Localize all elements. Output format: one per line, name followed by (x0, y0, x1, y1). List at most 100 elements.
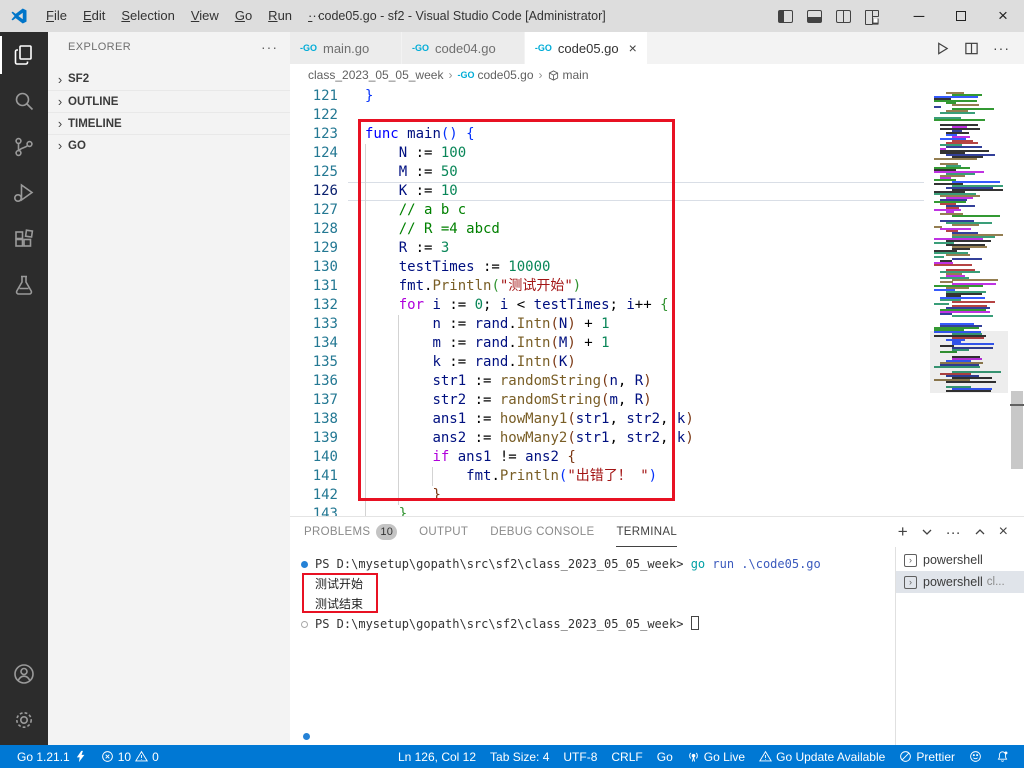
status-go-update[interactable]: Go Update Available (752, 745, 892, 768)
menu-edit[interactable]: Edit (75, 0, 113, 32)
terminal-list-item[interactable]: › powershell (896, 549, 1024, 571)
menu-selection[interactable]: Selection (113, 0, 182, 32)
status-indentation[interactable]: Tab Size: 4 (483, 745, 556, 768)
panel-more-actions-icon[interactable]: ··· (946, 524, 961, 541)
status-feedback[interactable] (962, 745, 989, 768)
code-line-136[interactable]: 136 str1 := randomString(n, R) (290, 372, 930, 391)
sidebar-section-sf2[interactable]: › SF2 (48, 68, 290, 90)
activity-extensions[interactable] (0, 216, 48, 262)
sidebar-section-timeline[interactable]: › TIMELINE (48, 112, 290, 134)
tab-close-icon[interactable]: × (629, 40, 637, 56)
panel-tab-terminal[interactable]: TERMINAL (616, 517, 678, 547)
code-line-128[interactable]: 128 // R =4 abcd (290, 220, 930, 239)
status-go-live[interactable]: Go Live (680, 745, 752, 768)
status-encoding[interactable]: UTF-8 (556, 745, 604, 768)
close-panel-icon[interactable]: × (999, 523, 1008, 541)
code-line-140[interactable]: 140 if ans1 != ans2 { (290, 448, 930, 467)
sidebar-section-go[interactable]: › GO (48, 134, 290, 156)
activity-run-debug[interactable] (0, 170, 48, 216)
breadcrumb-item-class_2023_05_05_week[interactable]: class_2023_05_05_week (308, 68, 443, 82)
panel-tab-output[interactable]: OUTPUT (419, 517, 468, 547)
code-line-132[interactable]: 132 for i := 0; i < testTimes; i++ { (290, 296, 930, 315)
new-terminal-icon[interactable]: + (898, 522, 908, 542)
breadcrumb-item-main[interactable]: main (548, 68, 589, 82)
tab-strip: main.go×code04.go×code05.go× ··· (290, 32, 1024, 64)
minimize-button[interactable]: ─ (898, 0, 940, 32)
scrollbar-thumb[interactable] (1011, 391, 1023, 469)
status-eol[interactable]: CRLF (604, 745, 649, 768)
status-cursor-position[interactable]: Ln 126, Col 12 (391, 745, 483, 768)
code-line-138[interactable]: 138 ans1 := howMany1(str1, str2, k) (290, 410, 930, 429)
command-decoration-hollow[interactable] (301, 621, 308, 628)
line-number: 122 (312, 107, 338, 123)
code-line-124[interactable]: 124 N := 100 (290, 144, 930, 163)
problems-badge: 10 (376, 524, 398, 540)
activity-search[interactable] (0, 78, 48, 124)
status-right: Ln 126, Col 12 Tab Size: 4 UTF-8 CRLF Go Go L… (391, 745, 1024, 768)
code-editor[interactable]: 121} 122 123 func main() {124 N := 100 125 M… (290, 86, 1024, 516)
editor-scrollbar[interactable] (1010, 86, 1024, 516)
code-line-122[interactable]: 122 (290, 106, 930, 125)
status-go-version[interactable]: Go 1.21.1 (10, 745, 94, 768)
code-line-143[interactable]: 143 } (290, 505, 930, 516)
broadcast-icon (688, 752, 698, 762)
toggle-sidebar-icon[interactable] (778, 9, 793, 23)
tab-code05-go[interactable]: code05.go× (524, 32, 648, 64)
toggle-panel-icon[interactable] (807, 9, 822, 23)
line-number: 131 (312, 278, 338, 294)
go-file-icon (300, 43, 317, 53)
code-line-131[interactable]: 131 fmt.Println("测试开始") (290, 277, 930, 296)
status-prettier[interactable]: Prettier (892, 745, 962, 768)
code-line-133[interactable]: 133 n := rand.Intn(N) + 1 (290, 315, 930, 334)
terminal-list-item[interactable]: › powershell cl... (896, 571, 1024, 593)
split-editor-layout-icon[interactable] (836, 9, 851, 23)
minimap-slider[interactable] (930, 331, 1008, 393)
menu-file[interactable]: File (38, 0, 75, 32)
line-number: 123 (312, 126, 338, 142)
code-line-129[interactable]: 129 R := 3 (290, 239, 930, 258)
code-line-125[interactable]: 125 M := 50 (290, 163, 930, 182)
search-icon (15, 92, 34, 111)
code-line-126[interactable]: 126 K := 10 (290, 182, 930, 201)
code-line-121[interactable]: 121} (290, 87, 930, 106)
sidebar-section-outline[interactable]: › OUTLINE (48, 90, 290, 112)
split-editor-icon[interactable] (964, 41, 979, 56)
activity-settings[interactable] (0, 697, 48, 743)
panel-tab-problems[interactable]: PROBLEMS 10 (304, 517, 398, 547)
customize-layout-icon[interactable] (865, 9, 880, 25)
terminal-dropdown-icon[interactable] (921, 526, 933, 538)
code-line-123[interactable]: 123 func main() { (290, 125, 930, 144)
activity-explorer[interactable] (0, 32, 48, 78)
panel-tab-debug-console[interactable]: DEBUG CONSOLE (490, 517, 594, 547)
code-line-130[interactable]: 130 testTimes := 10000 (290, 258, 930, 277)
tab-main-go[interactable]: main.go× (290, 32, 402, 64)
tab-code04-go[interactable]: code04.go× (402, 32, 525, 64)
activity-source-control[interactable] (0, 124, 48, 170)
editor-more-actions-icon[interactable]: ··· (993, 40, 1010, 56)
code-line-139[interactable]: 139 ans2 := howMany2(str1, str2, k) (290, 429, 930, 448)
status-left: Go 1.21.1 10 0 (0, 745, 166, 768)
status-notifications[interactable] (989, 745, 1016, 768)
maximize-panel-icon[interactable] (974, 526, 986, 538)
code-line-142[interactable]: 142 } (290, 486, 930, 505)
explorer-more-actions-icon[interactable]: ··· (261, 39, 278, 55)
bottom-panel: PROBLEMS 10 OUTPUT DEBUG CONSOLE TERMINAL + … (290, 516, 1024, 746)
breadcrumb-item-code05-go[interactable]: code05.go (457, 68, 533, 82)
code-line-127[interactable]: 127 // a b c (290, 201, 930, 220)
maximize-button[interactable] (940, 0, 982, 32)
status-language[interactable]: Go (650, 745, 680, 768)
command-decoration-filled[interactable] (301, 561, 308, 568)
error-icon (101, 751, 113, 762)
activity-accounts[interactable] (0, 651, 48, 697)
command-decoration-dot (303, 733, 310, 740)
terminal[interactable]: PS D:\mysetup\gopath\src\sf2\class_2023_… (290, 547, 894, 746)
code-line-137[interactable]: 137 str2 := randomString(m, R) (290, 391, 930, 410)
close-button[interactable]: × (982, 0, 1024, 32)
code-line-134[interactable]: 134 m := rand.Intn(M) + 1 (290, 334, 930, 353)
code-line-141[interactable]: 141 fmt.Println("出错了！ ") (290, 467, 930, 486)
activity-testing[interactable] (0, 262, 48, 308)
line-number: 125 (312, 164, 338, 180)
run-button[interactable] (935, 41, 950, 56)
status-problems[interactable]: 10 0 (94, 745, 166, 768)
code-line-135[interactable]: 135 k := rand.Intn(K) (290, 353, 930, 372)
